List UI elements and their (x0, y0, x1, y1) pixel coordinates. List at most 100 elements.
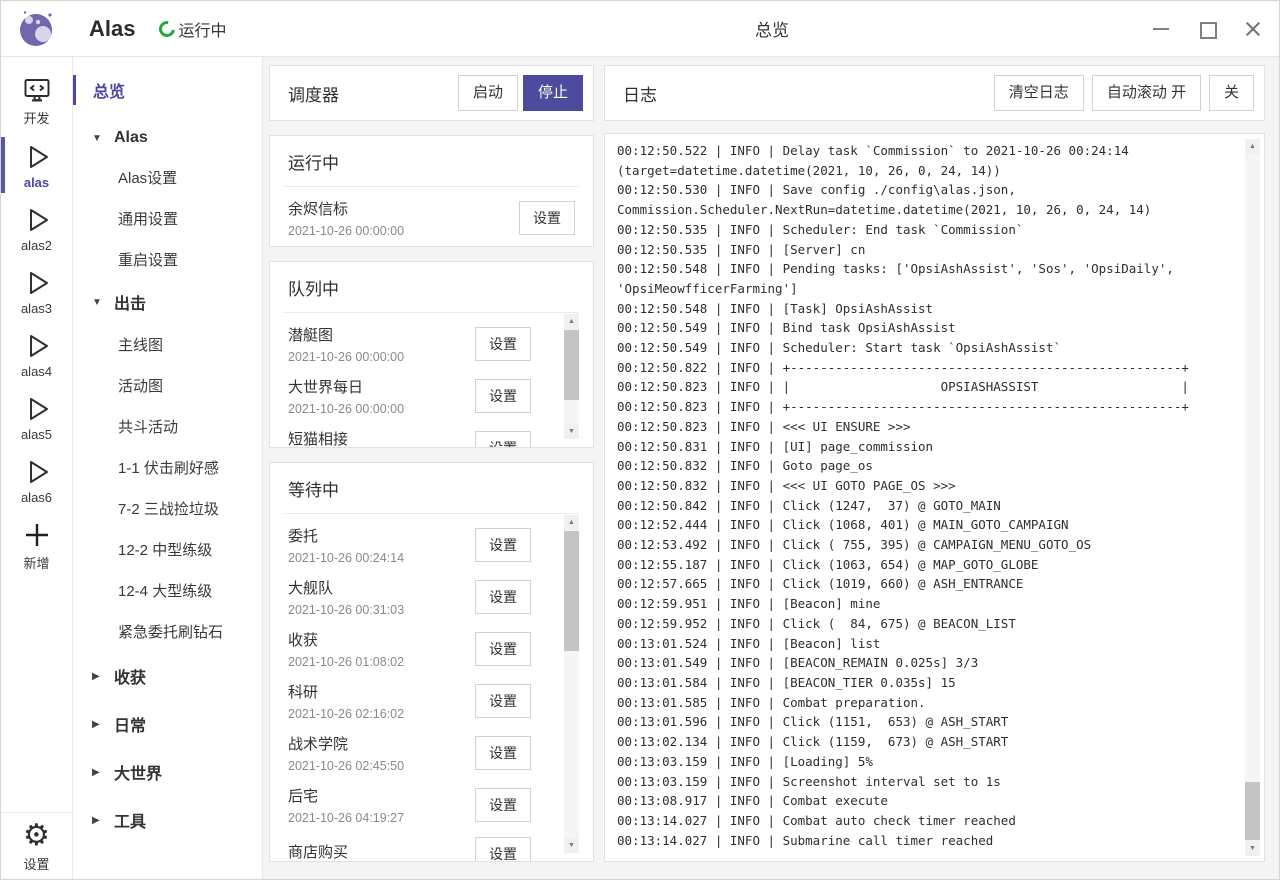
rail-item-label: alas5 (21, 427, 52, 442)
menu-item[interactable]: 1-1 伏击刷好感 (73, 447, 262, 488)
log-panel-body: 00:12:50.522 | INFO | Delay task `Commis… (604, 133, 1265, 862)
task-time: 2021-10-26 00:31:03 (288, 603, 475, 617)
menu-item[interactable]: 12-4 大型练级 (73, 570, 262, 611)
menu-item[interactable]: 7-2 三战捡垃圾 (73, 488, 262, 529)
scrollbar-thumb[interactable] (564, 531, 579, 651)
task-time: 2021-10-26 00:00:00 (288, 402, 475, 416)
log-panel-header: 日志 清空日志 自动滚动 开 关 (604, 65, 1265, 121)
task-settings-button[interactable]: 设置 (475, 736, 531, 771)
menu-group-alas-items: Alas设置通用设置重启设置 (73, 157, 262, 280)
menu-group-opsi[interactable]: ▶ 大世界 (73, 748, 262, 796)
waiting-panel-title: 等待中 (270, 463, 593, 513)
menu-item[interactable]: 主线图 (73, 324, 262, 365)
autoscroll-toggle-button[interactable]: 自动滚动 开 (1092, 75, 1201, 111)
start-button[interactable]: 启动 (458, 75, 518, 111)
pending-panel-title: 队列中 (270, 262, 593, 312)
task-time: 2021-10-26 00:00:00 (288, 350, 475, 364)
menu-item[interactable]: 重启设置 (73, 239, 262, 280)
rail-item-label: 新增 (23, 553, 49, 572)
menu-group-label: 收获 (114, 664, 146, 688)
scheduler-panel-header: 调度器 启动 停止 (269, 65, 594, 121)
menu-group-alas[interactable]: ▼ Alas (73, 119, 262, 157)
task-settings-button[interactable]: 设置 (475, 327, 531, 362)
pending-scrollbar[interactable]: ▲ ▼ (564, 314, 579, 439)
rail-item-add[interactable]: 新增 (1, 512, 72, 578)
menu-group-reward[interactable]: ▶ 收获 (73, 652, 262, 700)
scroll-down-icon[interactable]: ▼ (564, 424, 579, 439)
rail-item-label: alas (24, 175, 49, 190)
stop-button[interactable]: 停止 (523, 75, 583, 111)
menu-item[interactable]: 12-2 中型练级 (73, 529, 262, 570)
task-settings-button[interactable]: 设置 (475, 580, 531, 615)
task-settings-button[interactable]: 设置 (475, 788, 531, 823)
scheduler-title: 调度器 (288, 81, 339, 106)
menu-item[interactable]: 活动图 (73, 365, 262, 406)
autoscroll-off-button[interactable]: 关 (1209, 75, 1254, 111)
gear-icon: ⚙ (23, 820, 50, 852)
menu-group-sortie-items: 主线图活动图共斗活动1-1 伏击刷好感7-2 三战捡垃圾12-2 中型练级12-… (73, 324, 262, 652)
menu-group-daily[interactable]: ▶ 日常 (73, 700, 262, 748)
rail-item-alas[interactable]: alas (1, 134, 72, 196)
rail-item-alas6[interactable]: alas6 (1, 449, 72, 511)
task-settings-button[interactable]: 设置 (475, 431, 531, 448)
task-settings-button[interactable]: 设置 (475, 379, 531, 414)
play-icon (22, 141, 52, 173)
task-name: 余烬信标 (288, 198, 519, 219)
window-controls (1153, 21, 1261, 37)
chevron-right-icon: ▶ (92, 767, 104, 778)
sidebar-menu: 总览 ▼ Alas Alas设置通用设置重启设置 ▼ 出击 主线图活动图共斗活动… (73, 57, 263, 880)
task-name: 大舰队 (288, 577, 475, 598)
scroll-up-icon[interactable]: ▲ (564, 515, 579, 530)
header: Alas 运行中 总览 (1, 1, 1279, 57)
task-settings-button[interactable]: 设置 (475, 837, 531, 862)
task-time: 2021-10-26 00:00:00 (288, 224, 519, 238)
scrollbar-thumb[interactable] (1245, 782, 1260, 840)
menu-group-tools[interactable]: ▶ 工具 (73, 796, 262, 844)
rail-item-alas2[interactable]: alas2 (1, 197, 72, 259)
close-icon[interactable] (1245, 21, 1261, 37)
scroll-up-icon[interactable]: ▲ (1245, 139, 1260, 154)
page-title: 总览 (755, 16, 789, 41)
menu-item[interactable]: 共斗活动 (73, 406, 262, 447)
menu-item-overview[interactable]: 总览 (73, 73, 262, 107)
scroll-up-icon[interactable]: ▲ (564, 314, 579, 329)
chevron-right-icon: ▶ (92, 671, 104, 682)
log-scrollbar[interactable]: ▲ ▼ (1245, 139, 1260, 856)
task-row: 余烬信标 2021-10-26 00:00:00 设置 (288, 192, 575, 244)
clear-log-button[interactable]: 清空日志 (994, 75, 1084, 111)
rail-item-alas3[interactable]: alas3 (1, 260, 72, 322)
rail-item-dev[interactable]: 开发 (1, 67, 72, 133)
task-time: 2021-10-26 01:08:02 (288, 655, 475, 669)
task-settings-button[interactable]: 设置 (475, 528, 531, 563)
menu-item[interactable]: 紧急委托刷钻石 (73, 611, 262, 652)
scroll-down-icon[interactable]: ▼ (564, 838, 579, 853)
rail-item-alas4[interactable]: alas4 (1, 323, 72, 385)
task-name: 后宅 (288, 785, 475, 806)
play-icon (22, 267, 52, 299)
menu-item[interactable]: Alas设置 (73, 157, 262, 198)
task-name: 战术学院 (288, 733, 475, 754)
play-icon (22, 393, 52, 425)
task-name: 短猫相接 (288, 428, 475, 448)
scrollbar-thumb[interactable] (564, 330, 579, 400)
menu-item[interactable]: 通用设置 (73, 198, 262, 239)
task-settings-button[interactable]: 设置 (519, 201, 575, 236)
minimize-icon[interactable] (1153, 21, 1169, 37)
menu-group-sortie[interactable]: ▼ 出击 (73, 280, 262, 324)
waiting-scrollbar[interactable]: ▲ ▼ (564, 515, 579, 853)
play-icon (22, 204, 52, 236)
task-settings-button[interactable]: 设置 (475, 632, 531, 667)
rail-item-settings[interactable]: ⚙ 设置 (1, 813, 72, 879)
task-row: 大舰队 2021-10-26 00:31:03 设置 (288, 571, 531, 623)
task-name: 科研 (288, 681, 475, 702)
running-panel: 运行中 余烬信标 2021-10-26 00:00:00 设置 (269, 135, 594, 247)
task-row: 战术学院 2021-10-26 02:45:50 设置 (288, 727, 531, 779)
rail-item-alas5[interactable]: alas5 (1, 386, 72, 448)
log-output: 00:12:50.522 | INFO | Delay task `Commis… (617, 141, 1236, 850)
task-row: 科研 2021-10-26 02:16:02 设置 (288, 675, 531, 727)
rail-item-label: 设置 (23, 854, 49, 873)
scroll-down-icon[interactable]: ▼ (1245, 841, 1260, 856)
running-spinner-icon (156, 17, 178, 39)
maximize-icon[interactable] (1199, 21, 1215, 37)
task-settings-button[interactable]: 设置 (475, 684, 531, 719)
